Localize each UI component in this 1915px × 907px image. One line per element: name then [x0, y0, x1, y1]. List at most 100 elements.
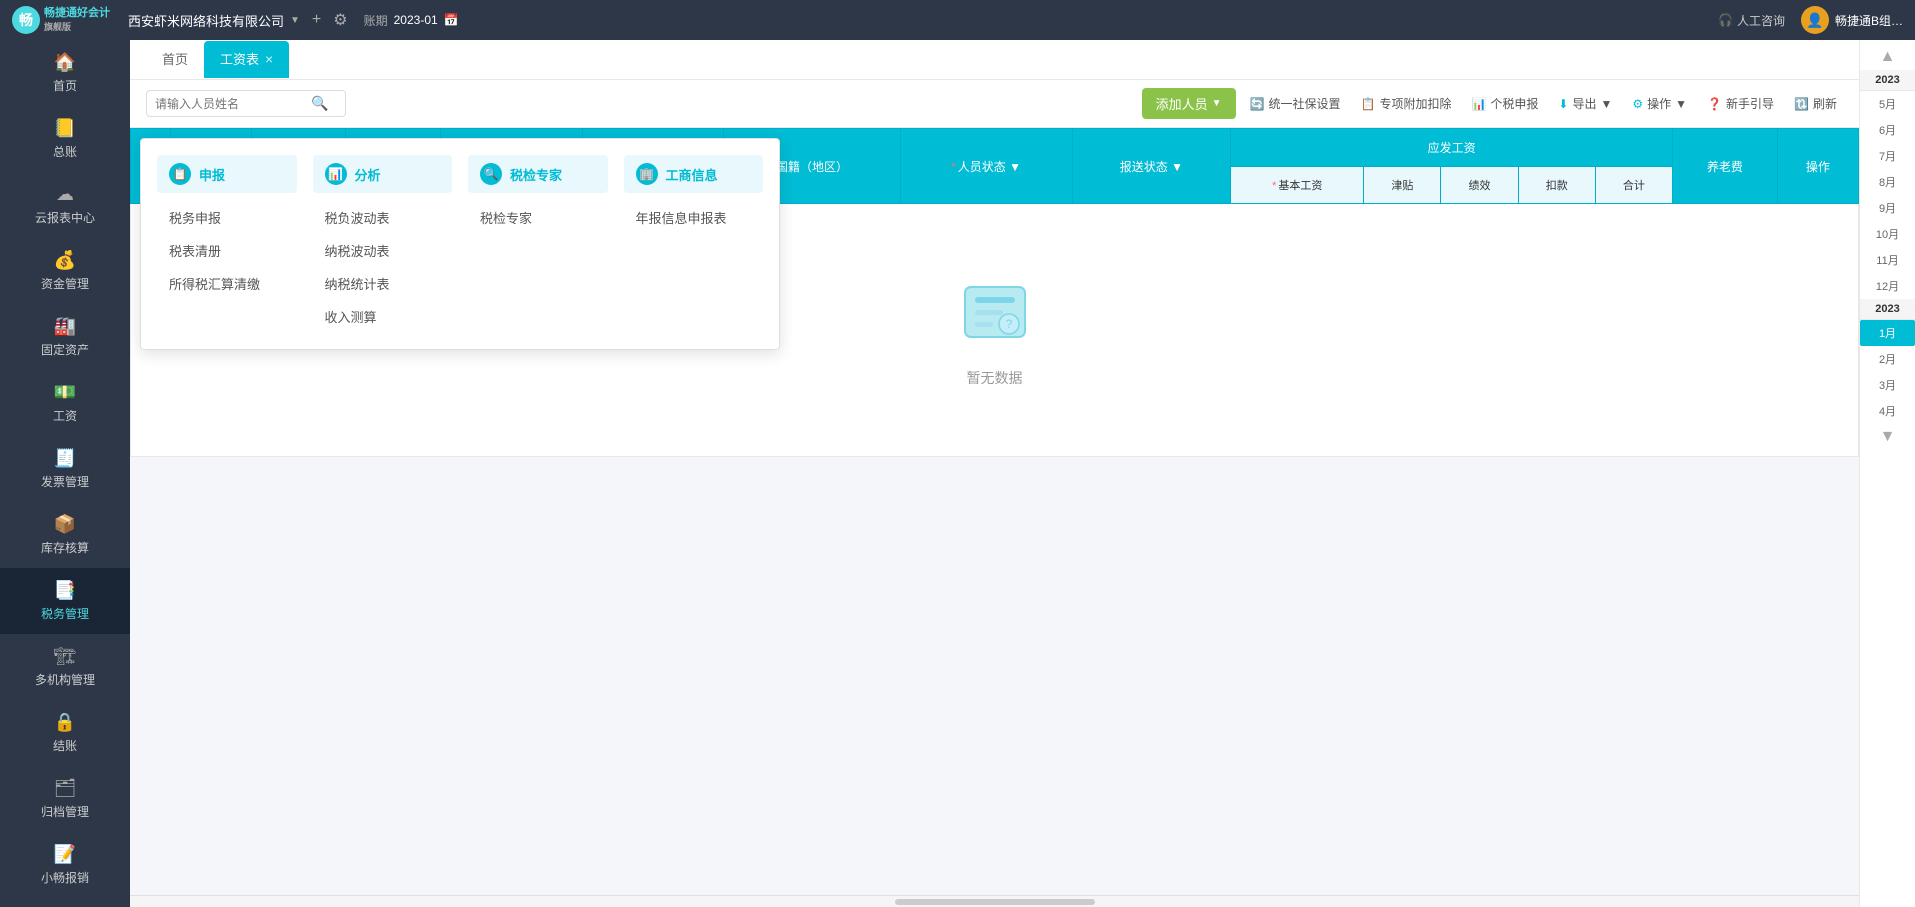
tab-home[interactable]: 首页 [146, 41, 204, 78]
shenban-icon: 📋 [169, 163, 191, 185]
th-deduction: 扣款 [1518, 167, 1595, 204]
guide-action[interactable]: ❓ 新手引导 [1701, 91, 1780, 116]
archive-icon: 🗂 [54, 778, 77, 799]
bottom-scrollbar-area [130, 895, 1859, 907]
operations-icon: ⚙ [1632, 97, 1643, 111]
individual-tax-label: 个税申报 [1490, 95, 1538, 112]
timeline-month-8[interactable]: 8月 [1860, 169, 1915, 195]
sidebar-item-salary[interactable]: 💵 工资 [0, 370, 130, 436]
menu-item-annual-report[interactable]: 年报信息申报表 [624, 201, 764, 234]
app-logo: 畅 畅捷通好会计 旗舰版 [12, 6, 112, 34]
service-button[interactable]: 🎧 人工咨询 [1718, 12, 1785, 29]
tab-bar: 首页 工资表 × [130, 40, 1859, 80]
unified-social-label: 统一社保设置 [1268, 95, 1340, 112]
menu-item-income-calc[interactable]: 收入测算 [313, 300, 453, 333]
timeline-month-3[interactable]: 3月 [1860, 372, 1915, 398]
timeline-panel: ▲ 2023 5月 6月 7月 8月 9月 10月 11月 12月 2023 1… [1859, 40, 1915, 907]
add-person-button[interactable]: 添加人员 ▼ [1142, 88, 1236, 119]
th-personnel-status: *人员状态 ▼ [900, 129, 1072, 204]
timeline-month-5[interactable]: 5月 [1860, 91, 1915, 117]
invoice-icon: 🧾 [54, 448, 76, 469]
closing-icon: 🔒 [54, 712, 76, 733]
cloud-icon: ☁ [56, 184, 74, 205]
menu-item-tax-stats[interactable]: 纳税统计表 [313, 267, 453, 300]
sidebar-item-archive[interactable]: 🗂 归档管理 [0, 766, 130, 832]
th-total: 合计 [1595, 167, 1672, 204]
add-person-label: 添加人员 [1156, 94, 1208, 113]
refresh-icon: 🔃 [1794, 97, 1809, 111]
topbar-actions: + ⚙ [312, 10, 348, 30]
menu-item-tax-fluctuation[interactable]: 纳税波动表 [313, 234, 453, 267]
sidebar-label-ledger: 总账 [53, 143, 77, 160]
sidebar-item-ledger[interactable]: 📒 总账 [0, 106, 130, 172]
operations-action[interactable]: ⚙ 操作 ▼ [1626, 91, 1693, 116]
sidebar-label-fund: 资金管理 [41, 275, 89, 292]
timeline-nav-down[interactable]: ▼ [1876, 424, 1900, 450]
menu-item-tax-burden[interactable]: 税负波动表 [313, 201, 453, 234]
sidebar-label-inventory: 库存核算 [41, 539, 89, 556]
settings-icon[interactable]: ⚙ [333, 10, 347, 30]
section-title-taxcheck: 🔍 税检专家 [468, 155, 608, 193]
user-info[interactable]: 👤 畅捷通B组… [1801, 6, 1903, 34]
menu-item-tax-report[interactable]: 税务申报 [157, 201, 297, 234]
individual-tax-action[interactable]: 📊 个税申报 [1465, 91, 1544, 116]
export-action[interactable]: ⬇ 导出 ▼ [1552, 91, 1618, 116]
sidebar-label-cloud: 云报表中心 [35, 209, 95, 226]
svg-text:?: ? [1005, 317, 1012, 331]
bottom-scrollbar[interactable] [895, 899, 1095, 905]
business-icon: 🏢 [636, 163, 658, 185]
menu-item-tax-form[interactable]: 税表清册 [157, 234, 297, 267]
menu-item-annual-settlement[interactable]: 所得税汇算清缴 [157, 267, 297, 300]
home-icon: 🏠 [54, 52, 76, 73]
logo-icon: 畅 [12, 6, 40, 34]
timeline-nav-up[interactable]: ▲ [1876, 44, 1900, 70]
timeline-month-2[interactable]: 2月 [1860, 346, 1915, 372]
section-title-fenxi: 📊 分析 [313, 155, 453, 193]
company-selector[interactable]: 西安虾米网络科技有限公司 ▼ [128, 11, 300, 30]
export-icon: ⬇ [1558, 97, 1568, 111]
sidebar-item-multi[interactable]: 🏗 多机构管理 [0, 634, 130, 700]
timeline-month-11[interactable]: 11月 [1860, 247, 1915, 273]
tab-salary-sheet[interactable]: 工资表 × [204, 41, 289, 78]
tax-report-icon: 📊 [1471, 97, 1486, 111]
timeline-month-9[interactable]: 9月 [1860, 195, 1915, 221]
tab-close-icon[interactable]: × [265, 51, 273, 67]
sidebar-item-tax[interactable]: 📑 税务管理 [0, 568, 130, 634]
sidebar-item-settings[interactable]: ⚙ 基础设置 [0, 898, 130, 907]
sidebar-item-report[interactable]: 📝 小畅报销 [0, 832, 130, 898]
timeline-year-2023: 2023 [1860, 299, 1915, 320]
service-label: 人工咨询 [1737, 12, 1785, 29]
th-report-status: 报送状态 ▼ [1072, 129, 1231, 204]
timeline-month-6[interactable]: 6月 [1860, 117, 1915, 143]
th-pension: 养老费 [1672, 129, 1777, 204]
calendar-icon[interactable]: 📅 [444, 13, 459, 27]
timeline-month-7[interactable]: 7月 [1860, 143, 1915, 169]
refresh-action[interactable]: 🔃 刷新 [1788, 91, 1843, 116]
sidebar-item-assets[interactable]: 🏭 固定资产 [0, 304, 130, 370]
sidebar-label-closing: 结账 [53, 737, 77, 754]
headset-icon: 🎧 [1718, 13, 1733, 27]
sidebar-item-closing[interactable]: 🔒 结账 [0, 700, 130, 766]
add-icon[interactable]: + [312, 11, 321, 29]
operations-label: 操作 [1647, 95, 1671, 112]
search-input[interactable] [155, 97, 305, 111]
timeline-month-12[interactable]: 12月 [1860, 273, 1915, 299]
timeline-month-1[interactable]: 1月 [1860, 320, 1915, 346]
th-operations: 操作 [1777, 129, 1858, 204]
sidebar-item-fund[interactable]: 💰 资金管理 [0, 238, 130, 304]
menu-item-tax-expert[interactable]: 税检专家 [468, 201, 608, 234]
topbar-right: 🎧 人工咨询 👤 畅捷通B组… [1718, 6, 1903, 34]
sidebar-item-invoice[interactable]: 🧾 发票管理 [0, 436, 130, 502]
sidebar-item-inventory[interactable]: 📦 库存核算 [0, 502, 130, 568]
sidebar-item-cloud[interactable]: ☁ 云报表中心 [0, 172, 130, 238]
search-box: 🔍 [146, 90, 346, 117]
timeline-month-4[interactable]: 4月 [1860, 398, 1915, 424]
sidebar-label-archive: 归档管理 [41, 803, 89, 820]
tab-salary-label: 工资表 [220, 49, 259, 68]
sidebar-item-home[interactable]: 🏠 首页 [0, 40, 130, 106]
unified-social-action[interactable]: 🔄 统一社保设置 [1244, 91, 1347, 116]
timeline-month-10[interactable]: 10月 [1860, 221, 1915, 247]
special-deduction-action[interactable]: 📋 专项附加扣除 [1354, 91, 1457, 116]
app-title: 畅捷通好会计 [44, 7, 110, 20]
period-value: 2023-01 [394, 13, 438, 27]
